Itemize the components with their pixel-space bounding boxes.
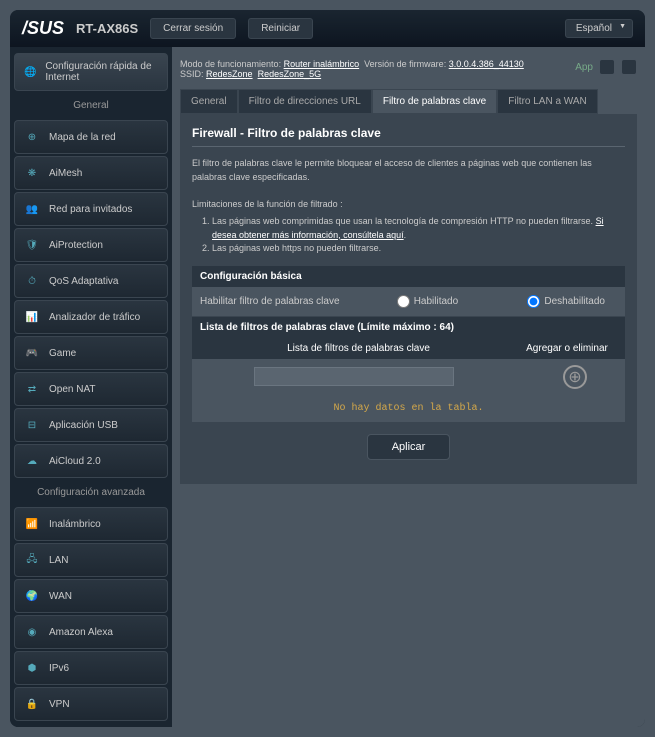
sidebar-item-ipv6[interactable]: ⬢ IPv6 <box>14 651 168 685</box>
cloud-icon: ☁ <box>23 452 41 470</box>
sidebar-item-label: IPv6 <box>49 663 69 674</box>
status-icon[interactable] <box>621 59 637 75</box>
ipv6-icon: ⬢ <box>23 659 41 677</box>
speedometer-icon: ⏱ <box>23 272 41 290</box>
sidebar-section-general: General <box>14 95 168 116</box>
panel-title: Firewall - Filtro de palabras clave <box>192 126 625 147</box>
filter-list-header: Lista de filtros de palabras clave (Lími… <box>192 317 625 338</box>
sidebar-item-label: Mapa de la red <box>49 132 116 143</box>
sidebar-item-vpn[interactable]: 🔒 VPN <box>14 687 168 721</box>
gamepad-icon: 🎮 <box>23 344 41 362</box>
sidebar-quick-setup[interactable]: 🌐 Configuración rápida de Internet <box>14 53 168 91</box>
wifi-icon: 📶 <box>23 515 41 533</box>
guest-icon: 👥 <box>23 200 41 218</box>
radio-enabled[interactable]: Habilitado <box>397 295 458 308</box>
sidebar-item-label: Analizador de tráfico <box>49 312 140 323</box>
sidebar-item-alexa[interactable]: ◉ Amazon Alexa <box>14 615 168 649</box>
sidebar-item-aiprotection[interactable]: 🛡 AiProtection <box>14 228 168 262</box>
ssid1-link[interactable]: RedesZone <box>206 69 253 79</box>
ssid-label: SSID: <box>180 69 204 79</box>
sidebar-item-aimesh[interactable]: ❋ AiMesh <box>14 156 168 190</box>
alexa-icon: ◉ <box>23 623 41 641</box>
sidebar-item-game[interactable]: 🎮 Game <box>14 336 168 370</box>
tab-lan-wan-filter[interactable]: Filtro LAN a WAN <box>497 89 598 114</box>
sidebar-item-label: LAN <box>49 555 68 566</box>
sidebar-item-qos[interactable]: ⏱ QoS Adaptativa <box>14 264 168 298</box>
asus-logo: /SUS <box>22 18 64 39</box>
add-button[interactable]: ⊕ <box>563 365 587 389</box>
tab-general[interactable]: General <box>180 89 238 114</box>
map-icon: ⊕ <box>23 128 41 146</box>
sidebar-item-label: AiCloud 2.0 <box>49 456 101 467</box>
sidebar-item-label: Open NAT <box>49 384 96 395</box>
limit-2: Las páginas web https no pueden filtrars… <box>212 242 625 256</box>
sidebar: 🌐 Configuración rápida de Internet Gener… <box>10 47 172 727</box>
info-bar: App Modo de funcionamiento: Router inalá… <box>180 55 637 83</box>
mode-label: Modo de funcionamiento: <box>180 59 281 69</box>
chart-icon: 📊 <box>23 308 41 326</box>
sidebar-item-aicloud[interactable]: ☁ AiCloud 2.0 <box>14 444 168 478</box>
model-name: RT-AX86S <box>76 21 138 36</box>
sidebar-item-label: Game <box>49 348 76 359</box>
limits-label: Limitaciones de la función de filtrado : <box>192 198 625 212</box>
sidebar-item-label: Inalámbrico <box>49 519 101 530</box>
no-data-message: No hay datos en la tabla. <box>192 395 625 422</box>
language-select[interactable]: Español <box>565 19 633 38</box>
panel-description: El filtro de palabras clave le permite b… <box>192 157 625 184</box>
sidebar-item-wan[interactable]: 🌍 WAN <box>14 579 168 613</box>
keyword-input[interactable] <box>254 367 454 386</box>
basic-config-header: Configuración básica <box>192 266 625 287</box>
radio-disabled[interactable]: Deshabilitado <box>527 295 605 308</box>
sidebar-item-traffic[interactable]: 📊 Analizador de tráfico <box>14 300 168 334</box>
apply-button[interactable]: Aplicar <box>367 434 451 460</box>
sidebar-item-label: QoS Adaptativa <box>49 276 119 287</box>
vpn-icon: 🔒 <box>23 695 41 713</box>
app-label[interactable]: App <box>575 62 593 73</box>
mode-value-link[interactable]: Router inalámbrico <box>284 59 360 69</box>
shield-icon: 🛡 <box>23 236 41 254</box>
logout-button[interactable]: Cerrar sesión <box>150 18 236 39</box>
sidebar-item-label: Aplicación USB <box>49 420 118 431</box>
nat-icon: ⇄ <box>23 380 41 398</box>
sidebar-item-label: Amazon Alexa <box>49 627 113 638</box>
tab-url-filter[interactable]: Filtro de direcciones URL <box>238 89 372 114</box>
notification-icon[interactable] <box>599 59 615 75</box>
mesh-icon: ❋ <box>23 164 41 182</box>
sidebar-item-opennat[interactable]: ⇄ Open NAT <box>14 372 168 406</box>
lan-icon: 🖧 <box>23 551 41 569</box>
usb-icon: ⊟ <box>23 416 41 434</box>
sidebar-section-advanced: Configuración avanzada <box>14 482 168 503</box>
reboot-button[interactable]: Reiniciar <box>248 18 313 39</box>
col-action: Agregar o eliminar <box>517 343 617 354</box>
sidebar-item-label: AiMesh <box>49 168 82 179</box>
tab-keyword-filter[interactable]: Filtro de palabras clave <box>372 89 497 114</box>
sidebar-item-usb[interactable]: ⊟ Aplicación USB <box>14 408 168 442</box>
sidebar-item-lan[interactable]: 🖧 LAN <box>14 543 168 577</box>
fw-label: Versión de firmware: <box>364 59 446 69</box>
sidebar-item-label: WAN <box>49 591 72 602</box>
col-keyword: Lista de filtros de palabras clave <box>200 343 517 354</box>
sidebar-item-wireless[interactable]: 📶 Inalámbrico <box>14 507 168 541</box>
sidebar-item-guest[interactable]: 👥 Red para invitados <box>14 192 168 226</box>
sidebar-item-map[interactable]: ⊕ Mapa de la red <box>14 120 168 154</box>
fw-value-link[interactable]: 3.0.0.4.386_44130 <box>449 59 524 69</box>
sidebar-item-label: VPN <box>49 699 70 710</box>
firewall-tabs: General Filtro de direcciones URL Filtro… <box>180 89 637 114</box>
sidebar-item-label: Configuración rápida de Internet <box>45 61 159 83</box>
ssid2-link[interactable]: RedesZone_5G <box>258 69 322 79</box>
sidebar-item-label: Red para invitados <box>49 204 132 215</box>
sidebar-item-label: AiProtection <box>49 240 103 251</box>
limit-1: Las páginas web comprimidas que usan la … <box>212 215 625 242</box>
enable-filter-label: Habilitar filtro de palabras clave <box>200 296 340 307</box>
globe-icon: 🌐 <box>23 63 37 81</box>
wan-icon: 🌍 <box>23 587 41 605</box>
